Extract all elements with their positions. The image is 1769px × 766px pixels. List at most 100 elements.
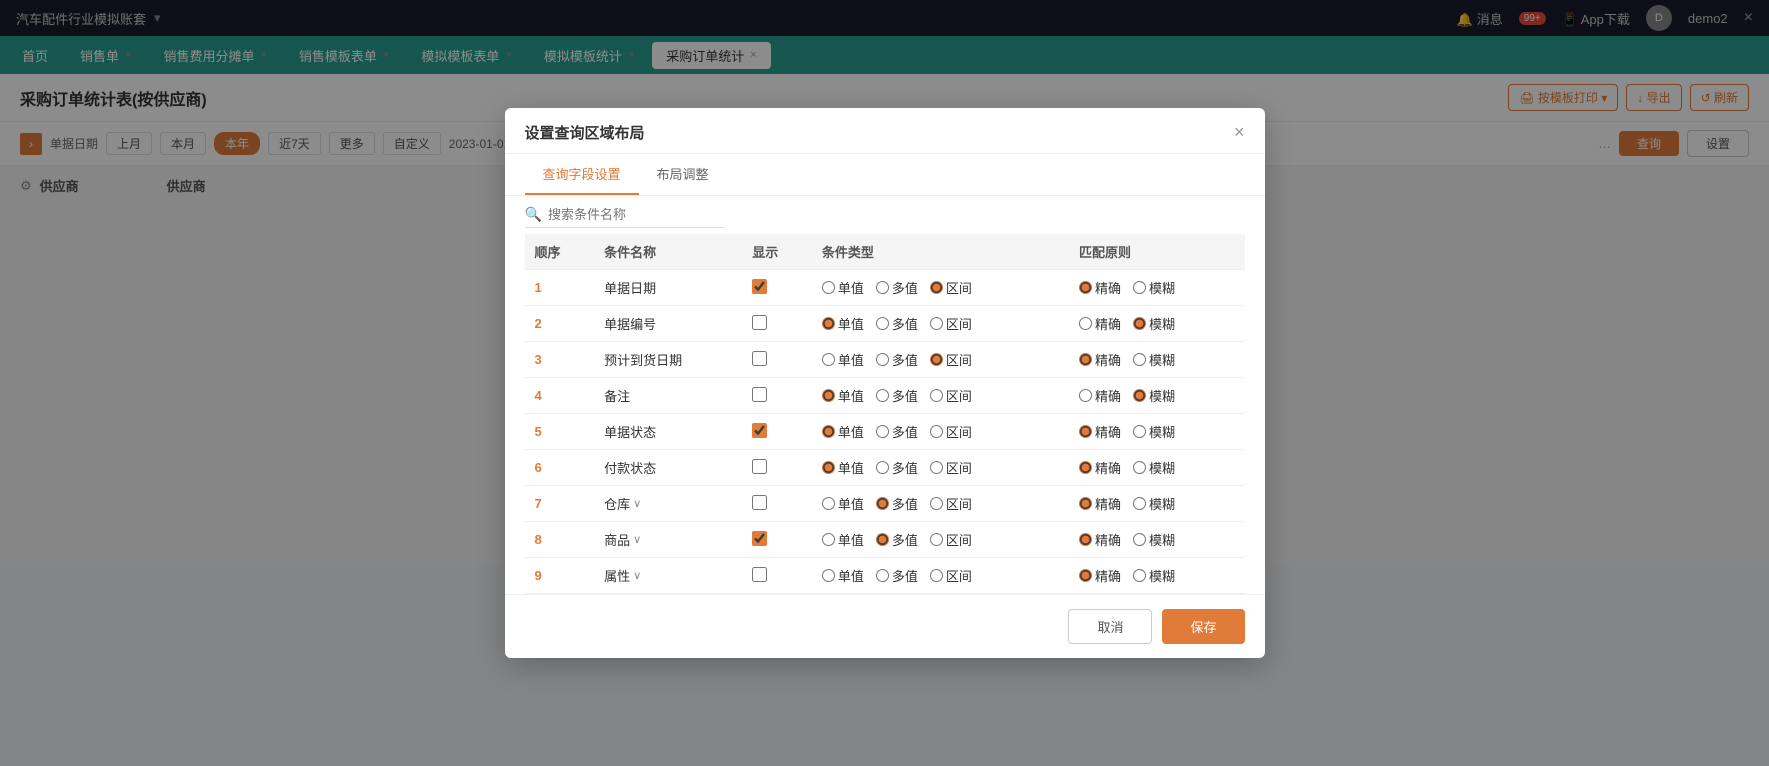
radio-single[interactable]: 单值 [822,386,864,405]
radio-single[interactable]: 单值 [822,278,864,297]
radio-multi-input[interactable] [876,317,889,330]
radio-range-input[interactable] [930,569,943,582]
radio-fuzzy[interactable]: 模糊 [1133,494,1175,513]
radio-fuzzy-input[interactable] [1133,497,1146,510]
radio-single[interactable]: 单值 [822,422,864,441]
radio-single[interactable]: 单值 [822,566,864,585]
radio-fuzzy[interactable]: 模糊 [1133,350,1175,369]
radio-single[interactable]: 单值 [822,530,864,549]
radio-single-input[interactable] [822,353,835,366]
radio-multi-input[interactable] [876,425,889,438]
radio-fuzzy-input[interactable] [1133,281,1146,294]
radio-range-input[interactable] [930,533,943,546]
radio-fuzzy[interactable]: 模糊 [1133,314,1175,333]
radio-range[interactable]: 区间 [930,566,972,585]
radio-exact[interactable]: 精确 [1079,566,1121,585]
radio-exact-input[interactable] [1079,281,1092,294]
radio-multi[interactable]: 多值 [876,566,918,585]
radio-multi-input[interactable] [876,533,889,546]
display-checkbox[interactable] [752,567,767,582]
display-checkbox[interactable] [752,459,767,474]
radio-multi-input[interactable] [876,497,889,510]
radio-fuzzy[interactable]: 模糊 [1133,530,1175,549]
radio-fuzzy-input[interactable] [1133,533,1146,546]
radio-single-input[interactable] [822,281,835,294]
radio-fuzzy[interactable]: 模糊 [1133,422,1175,441]
radio-fuzzy-input[interactable] [1133,353,1146,366]
radio-multi-input[interactable] [876,389,889,402]
radio-range[interactable]: 区间 [930,386,972,405]
radio-single-input[interactable] [822,317,835,330]
display-checkbox[interactable] [752,387,767,402]
radio-fuzzy-input[interactable] [1133,461,1146,474]
radio-exact[interactable]: 精确 [1079,314,1121,333]
radio-exact[interactable]: 精确 [1079,458,1121,477]
radio-single-input[interactable] [822,533,835,546]
radio-range-input[interactable] [930,281,943,294]
display-checkbox[interactable] [752,315,767,330]
radio-fuzzy-input[interactable] [1133,569,1146,582]
display-checkbox[interactable] [752,423,767,438]
display-checkbox[interactable] [752,531,767,546]
radio-fuzzy[interactable]: 模糊 [1133,386,1175,405]
radio-exact-input[interactable] [1079,497,1092,510]
tab-query-fields[interactable]: 查询字段设置 [525,154,639,195]
radio-exact[interactable]: 精确 [1079,530,1121,549]
radio-exact[interactable]: 精确 [1079,386,1121,405]
radio-fuzzy-input[interactable] [1133,317,1146,330]
radio-multi-input[interactable] [876,353,889,366]
radio-multi[interactable]: 多值 [876,458,918,477]
radio-single-input[interactable] [822,569,835,582]
radio-range-input[interactable] [930,425,943,438]
radio-exact-input[interactable] [1079,461,1092,474]
radio-single[interactable]: 单值 [822,350,864,369]
radio-fuzzy[interactable]: 模糊 [1133,458,1175,477]
radio-multi[interactable]: 多值 [876,530,918,549]
radio-multi[interactable]: 多值 [876,278,918,297]
radio-multi-input[interactable] [876,281,889,294]
radio-multi[interactable]: 多值 [876,350,918,369]
radio-multi-input[interactable] [876,461,889,474]
radio-range-input[interactable] [930,497,943,510]
radio-multi-input[interactable] [876,569,889,582]
radio-multi[interactable]: 多值 [876,386,918,405]
radio-range[interactable]: 区间 [930,494,972,513]
radio-range[interactable]: 区间 [930,278,972,297]
dialog-close-button[interactable]: × [1234,122,1245,143]
radio-range[interactable]: 区间 [930,530,972,549]
radio-fuzzy-input[interactable] [1133,425,1146,438]
radio-range[interactable]: 区间 [930,422,972,441]
radio-range-input[interactable] [930,461,943,474]
radio-single-input[interactable] [822,461,835,474]
radio-multi[interactable]: 多值 [876,314,918,333]
radio-exact[interactable]: 精确 [1079,422,1121,441]
radio-range-input[interactable] [930,389,943,402]
radio-single[interactable]: 单值 [822,458,864,477]
tab-layout-adjust[interactable]: 布局调整 [639,154,727,195]
radio-range[interactable]: 区间 [930,458,972,477]
radio-exact[interactable]: 精确 [1079,494,1121,513]
radio-exact-input[interactable] [1079,425,1092,438]
radio-fuzzy-input[interactable] [1133,389,1146,402]
radio-exact-input[interactable] [1079,317,1092,330]
display-checkbox[interactable] [752,495,767,510]
radio-multi[interactable]: 多值 [876,494,918,513]
radio-single-input[interactable] [822,425,835,438]
radio-fuzzy[interactable]: 模糊 [1133,278,1175,297]
radio-exact-input[interactable] [1079,533,1092,546]
radio-single-input[interactable] [822,497,835,510]
radio-fuzzy[interactable]: 模糊 [1133,566,1175,585]
search-input[interactable] [548,207,708,222]
display-checkbox[interactable] [752,279,767,294]
radio-single[interactable]: 单值 [822,314,864,333]
save-button[interactable]: 保存 [1162,609,1244,644]
radio-range[interactable]: 区间 [930,314,972,333]
display-checkbox[interactable] [752,351,767,366]
radio-exact-input[interactable] [1079,353,1092,366]
radio-range-input[interactable] [930,317,943,330]
radio-exact[interactable]: 精确 [1079,278,1121,297]
radio-exact-input[interactable] [1079,389,1092,402]
radio-exact-input[interactable] [1079,569,1092,582]
radio-range-input[interactable] [930,353,943,366]
radio-multi[interactable]: 多值 [876,422,918,441]
